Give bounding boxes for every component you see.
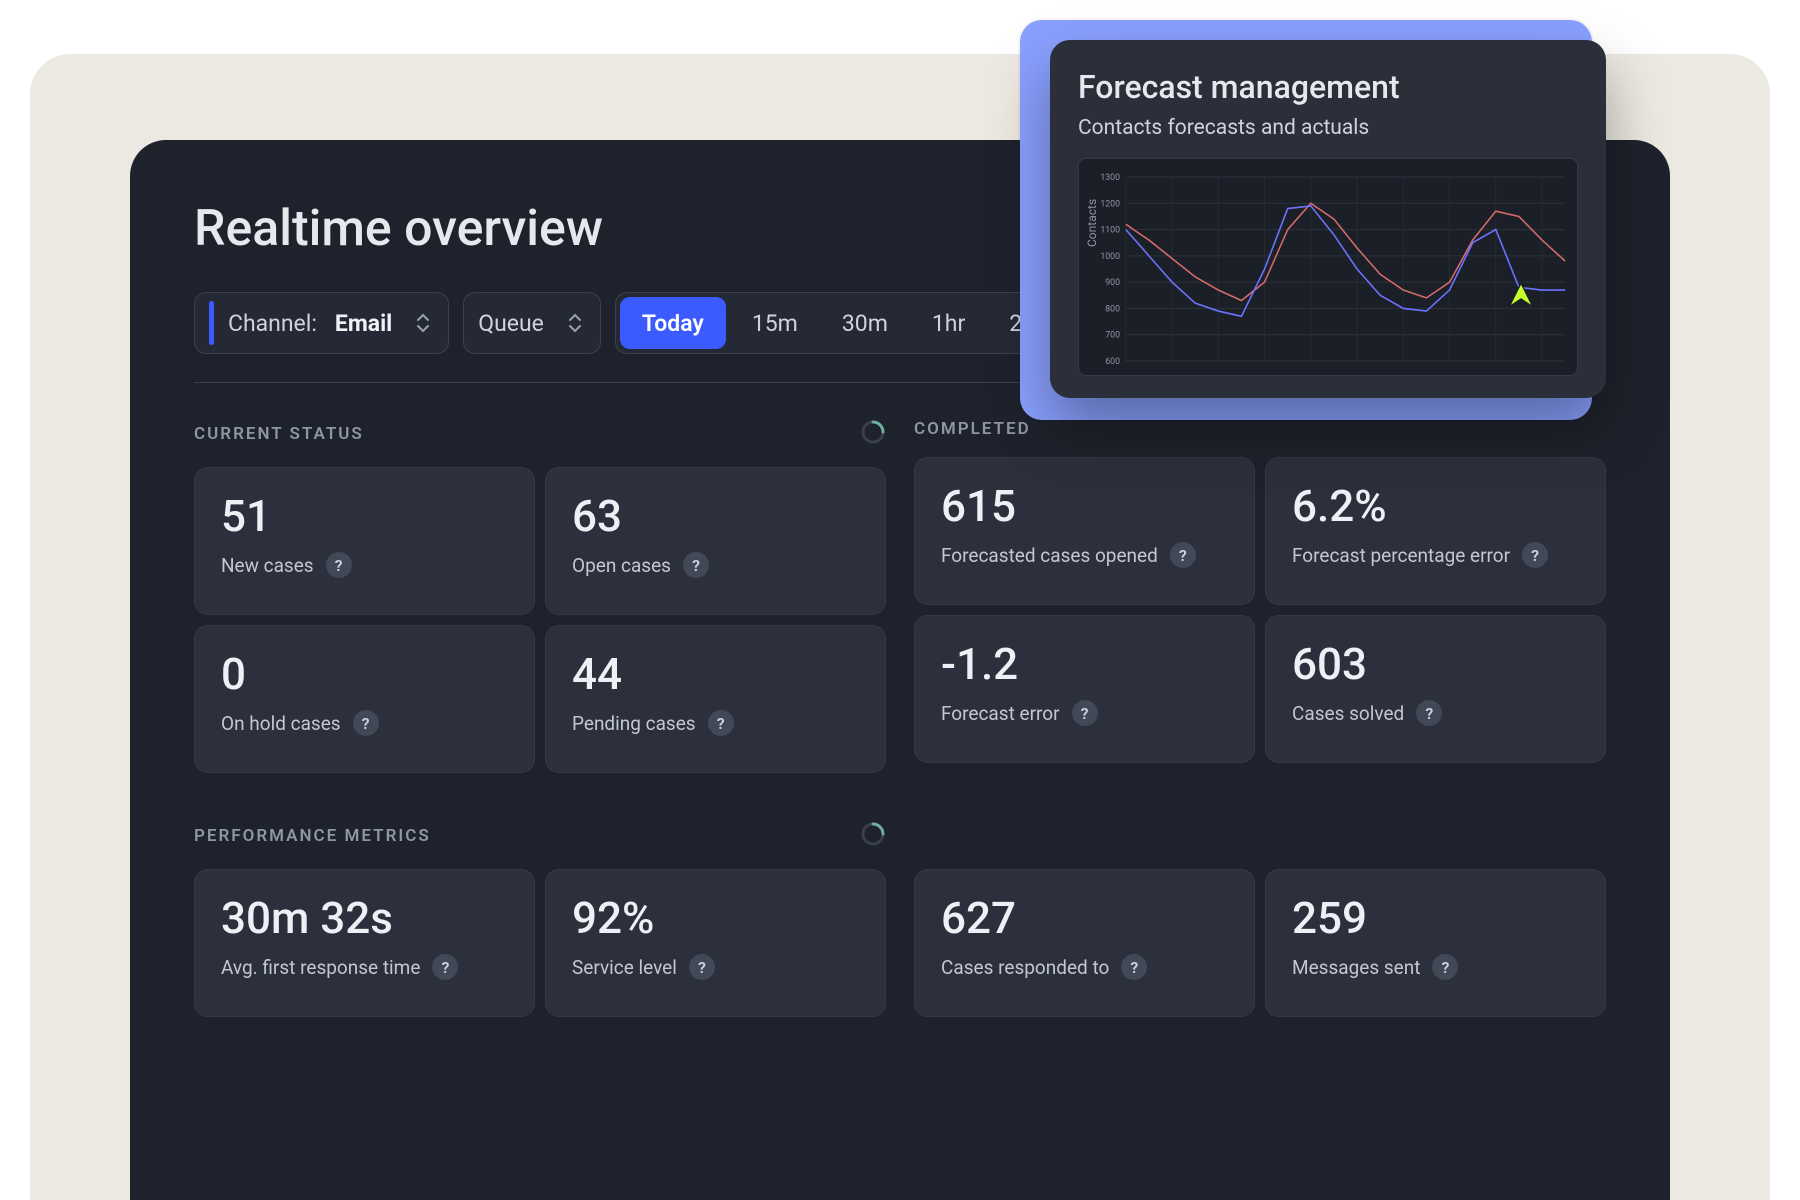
card-new-cases: 51 New cases ? [194,467,535,615]
help-icon[interactable]: ? [1522,542,1548,568]
help-icon[interactable]: ? [708,710,734,736]
help-icon[interactable]: ? [683,552,709,578]
svg-text:600: 600 [1105,357,1120,367]
forecast-overlay: Forecast management Contacts forecasts a… [1050,40,1606,398]
card-value: 259 [1292,892,1579,944]
card-label: Service level [572,956,677,979]
timerange-option-1hr[interactable]: 1hr [910,293,987,353]
card-value: 627 [941,892,1228,944]
help-icon[interactable]: ? [1432,954,1458,980]
help-icon[interactable]: ? [353,710,379,736]
card-label: Forecast error [941,702,1060,725]
card-forecast-pct-error: 6.2% Forecast percentage error ? [1265,457,1606,605]
card-value: 44 [572,648,859,700]
card-label: Cases responded to [941,956,1109,979]
card-service-level: 92% Service level ? [545,869,886,1017]
card-label: Pending cases [572,712,696,735]
card-label: Cases solved [1292,702,1404,725]
help-icon[interactable]: ? [1416,700,1442,726]
completed-section: COMPLETED 615 Forecasted cases opened ? … [914,419,1606,773]
card-value: 603 [1292,638,1579,690]
card-forecasted-opened: 615 Forecasted cases opened ? [914,457,1255,605]
card-avg-first-response: 30m 32s Avg. first response time ? [194,869,535,1017]
card-value: 0 [221,648,508,700]
current-status-section: CURRENT STATUS 51 New cases ? 63 Open ca… [194,419,886,773]
card-value: 30m 32s [221,892,508,944]
card-pending-cases: 44 Pending cases ? [545,625,886,773]
forecast-chart: 600 700 800 900 1000 1100 1200 1300 Contacts [1078,158,1578,376]
card-on-hold-cases: 0 On hold cases ? [194,625,535,773]
timerange-picker: Today 15m 30m 1hr 24 [615,292,1058,354]
loading-spinner-icon [860,419,886,449]
queue-filter[interactable]: Queue [463,292,601,354]
overlay-subtitle: Contacts forecasts and actuals [1078,116,1578,140]
card-messages-sent: 259 Messages sent ? [1265,869,1606,1017]
card-label: On hold cases [221,712,341,735]
channel-accent [209,301,214,345]
section-title-completed: COMPLETED [914,419,1031,439]
card-cases-responded: 627 Cases responded to ? [914,869,1255,1017]
channel-label: Channel: [228,310,317,337]
section-title-performance: PERFORMANCE METRICS [194,826,431,846]
card-label: New cases [221,554,314,577]
chart-ylabel: Contacts [1085,199,1099,247]
svg-text:800: 800 [1105,304,1120,314]
card-label: Messages sent [1292,956,1420,979]
svg-text:1100: 1100 [1100,225,1120,235]
timerange-option-today[interactable]: Today [620,297,726,349]
card-open-cases: 63 Open cases ? [545,467,886,615]
timerange-option-30m[interactable]: 30m [820,293,910,353]
svg-text:1200: 1200 [1100,199,1120,209]
card-value: 6.2% [1292,480,1579,532]
section-title-current: CURRENT STATUS [194,424,364,444]
help-icon[interactable]: ? [326,552,352,578]
help-icon[interactable]: ? [689,954,715,980]
cursor-pointer-icon [1505,279,1537,311]
help-icon[interactable]: ? [1121,954,1147,980]
card-value: 63 [572,490,859,542]
queue-label: Queue [478,310,544,337]
card-label: Forecast percentage error [1292,544,1510,567]
svg-text:900: 900 [1105,278,1120,288]
overlay-title: Forecast management [1078,68,1578,106]
help-icon[interactable]: ? [1170,542,1196,568]
loading-spinner-icon [860,821,886,851]
chevron-updown-icon [416,313,430,333]
help-icon[interactable]: ? [1072,700,1098,726]
svg-text:1300: 1300 [1100,173,1120,183]
card-label: Forecasted cases opened [941,544,1158,567]
help-icon[interactable]: ? [432,954,458,980]
card-cases-solved: 603 Cases solved ? [1265,615,1606,763]
card-value: 92% [572,892,859,944]
channel-filter[interactable]: Channel: Email [194,292,449,354]
card-label: Open cases [572,554,671,577]
card-value: 615 [941,480,1228,532]
channel-value: Email [335,310,392,337]
chevron-updown-icon [568,313,582,333]
card-label: Avg. first response time [221,956,420,979]
svg-text:1000: 1000 [1100,252,1120,262]
svg-text:700: 700 [1105,331,1120,341]
card-forecast-error: -1.2 Forecast error ? [914,615,1255,763]
card-value: -1.2 [941,638,1228,690]
timerange-option-15m[interactable]: 15m [730,293,820,353]
card-value: 51 [221,490,508,542]
